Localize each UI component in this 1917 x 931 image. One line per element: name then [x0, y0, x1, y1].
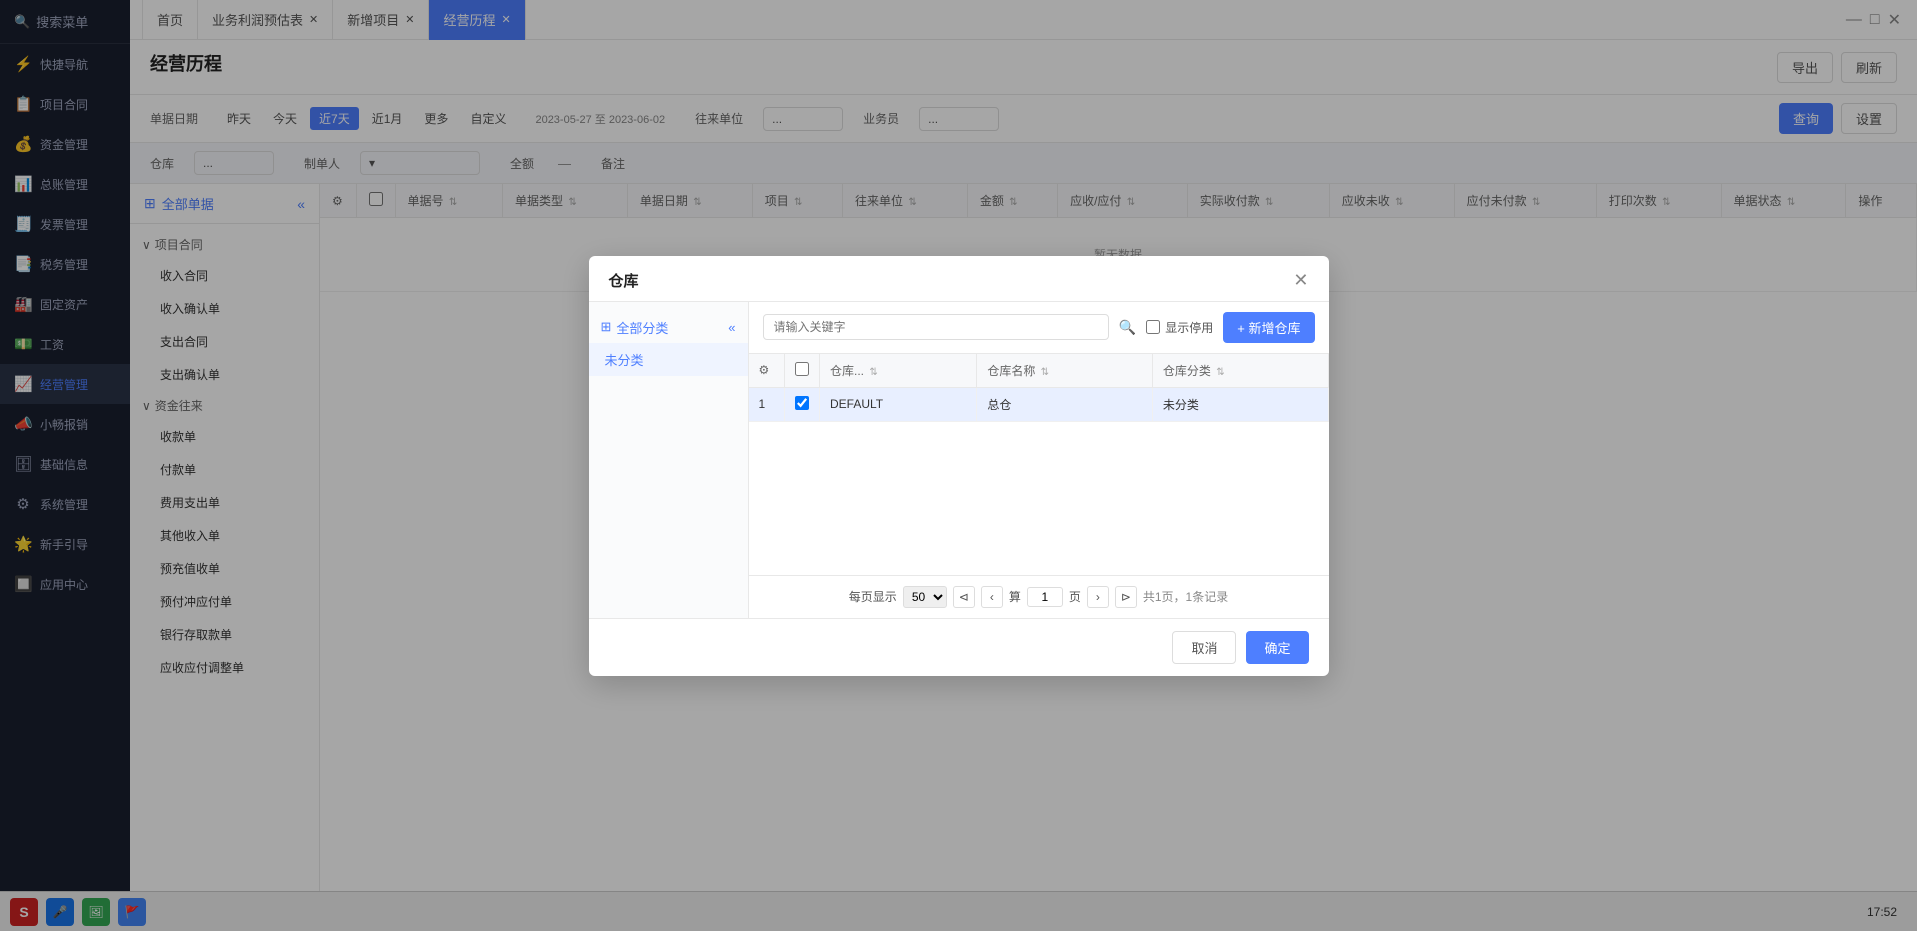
modal-first-page-button[interactable]: ⊲ [953, 586, 975, 608]
category-header[interactable]: ⊞ 全部分类 « [589, 312, 748, 343]
modal-body: ⊞ 全部分类 « 未分类 🔍 显示停用 [589, 302, 1329, 618]
modal-per-page-select[interactable]: 50 [903, 586, 947, 608]
add-warehouse-button[interactable]: + 新增仓库 [1223, 312, 1314, 343]
modal-title: 仓库 [609, 270, 639, 291]
warehouse-search-input[interactable] [763, 314, 1109, 340]
warehouse-modal: 仓库 ✕ ⊞ 全部分类 « 未分类 [589, 256, 1329, 676]
modal-pagination: 每页显示 50 ⊲ ‹ 算 页 › ⊳ 共1页，1条记录 [749, 575, 1329, 618]
modal-page-total: 共1页，1条记录 [1143, 588, 1228, 605]
modal-footer: 取消 确定 [589, 618, 1329, 676]
show-disabled-label: 显示停用 [1146, 319, 1213, 336]
modal-th-code[interactable]: 仓库... ⇅ [820, 354, 977, 388]
modal-th-name[interactable]: 仓库名称 ⇅ [977, 354, 1153, 388]
confirm-button[interactable]: 确定 [1246, 631, 1308, 664]
modal-page-suffix: 页 [1069, 588, 1081, 605]
category-collapse-icon[interactable]: « [728, 320, 735, 335]
modal-close-icon[interactable]: ✕ [1293, 270, 1308, 291]
modal-last-page-button[interactable]: ⊳ [1115, 586, 1137, 608]
modal-header: 仓库 ✕ [589, 256, 1329, 302]
modal-th-checkbox [785, 354, 820, 388]
category-panel: ⊞ 全部分类 « 未分类 [589, 302, 749, 618]
modal-next-page-button[interactable]: › [1087, 586, 1109, 608]
row-checkbox [785, 387, 820, 421]
content-panel: 🔍 显示停用 + 新增仓库 ⚙ [749, 302, 1329, 618]
category-grid-icon: ⊞ [601, 319, 612, 335]
search-bar: 🔍 显示停用 + 新增仓库 [749, 302, 1329, 354]
row-settings: 1 [749, 387, 785, 421]
modal-page-label: 算 [1009, 588, 1021, 605]
cancel-button[interactable]: 取消 [1172, 631, 1236, 664]
row-code: DEFAULT [820, 387, 977, 421]
modal-table: ⚙ 仓库... ⇅ 仓库名称 ⇅ 仓库分类 ⇅ [749, 354, 1329, 422]
row-category: 未分类 [1152, 387, 1328, 421]
category-header-label: 全部分类 [616, 318, 668, 337]
row-check[interactable] [795, 396, 809, 410]
modal-prev-page-button[interactable]: ‹ [981, 586, 1003, 608]
show-disabled-checkbox[interactable] [1146, 320, 1160, 334]
table-row[interactable]: 1 DEFAULT 总仓 未分类 [749, 387, 1329, 421]
modal-page-input[interactable] [1027, 587, 1063, 607]
modal-table-area: ⚙ 仓库... ⇅ 仓库名称 ⇅ 仓库分类 ⇅ [749, 354, 1329, 575]
modal-th-category[interactable]: 仓库分类 ⇅ [1152, 354, 1328, 388]
row-name: 总仓 [977, 387, 1153, 421]
modal-th-settings[interactable]: ⚙ [749, 354, 785, 388]
show-disabled-text: 显示停用 [1165, 319, 1213, 336]
modal-per-page-label: 每页显示 [849, 588, 897, 605]
category-uncategorized[interactable]: 未分类 [589, 343, 748, 376]
search-icon: 🔍 [1119, 319, 1136, 336]
modal-select-all[interactable] [795, 362, 809, 376]
